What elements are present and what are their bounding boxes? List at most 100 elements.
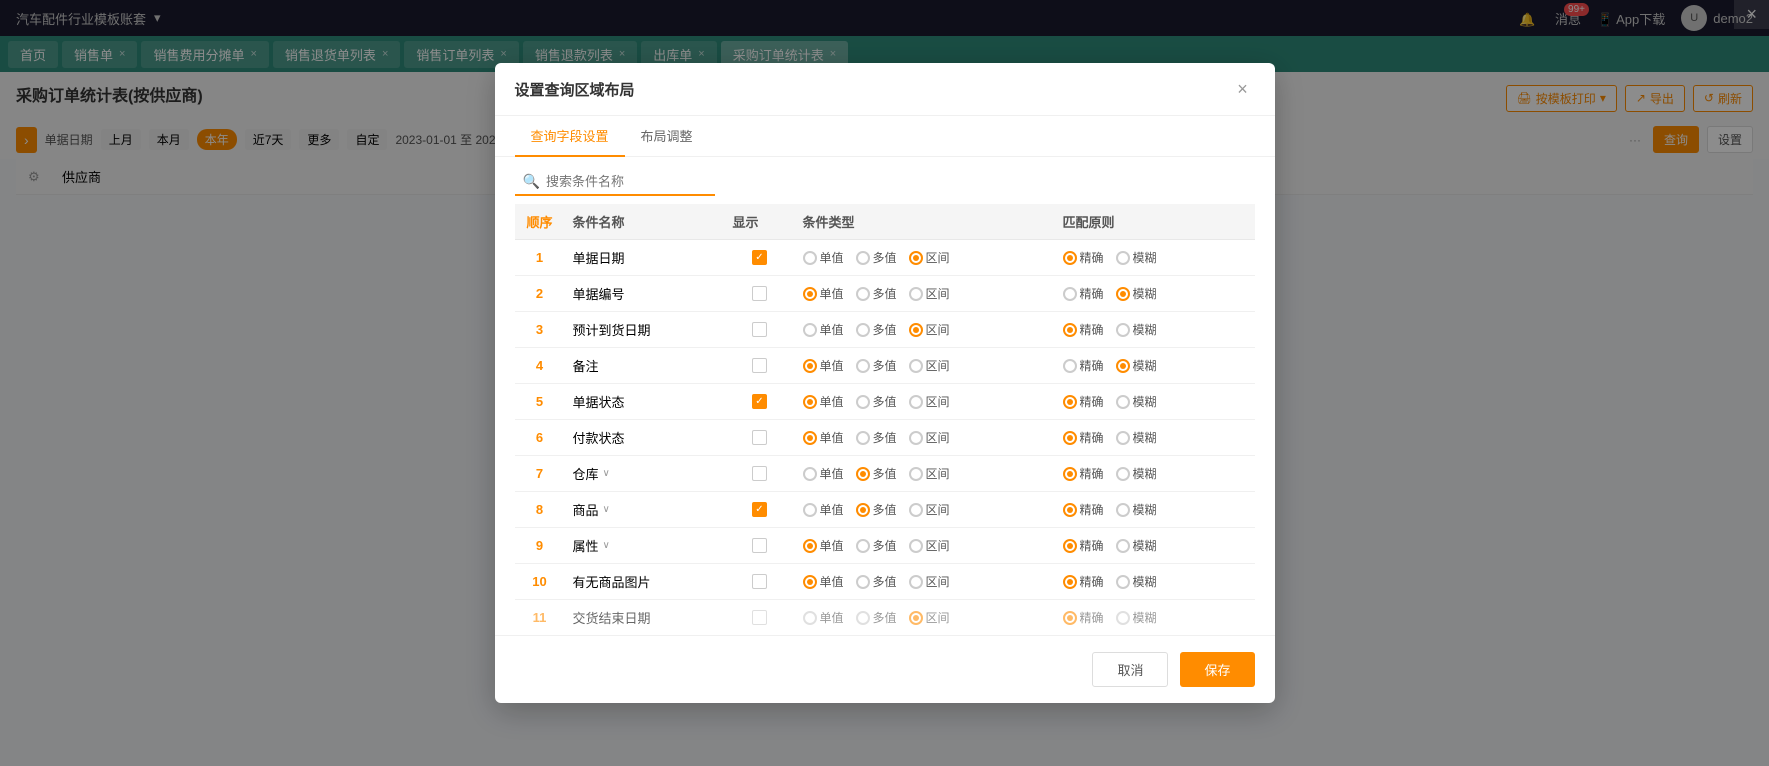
- cancel-button[interactable]: 取消: [1092, 652, 1168, 687]
- match-exact[interactable]: 精确: [1063, 321, 1104, 338]
- modal-header: 设置查询区域布局 ×: [495, 63, 1275, 116]
- type-range[interactable]: 区间: [909, 537, 950, 554]
- type-single[interactable]: 单值: [803, 429, 844, 446]
- radio-range: [909, 251, 923, 265]
- display-checkbox[interactable]: [752, 358, 767, 373]
- display-checkbox[interactable]: [752, 466, 767, 481]
- radio-multi: [856, 251, 870, 265]
- type-range[interactable]: 区间: [909, 393, 950, 410]
- type-multi[interactable]: 多值: [856, 285, 897, 302]
- type-single[interactable]: 单值: [803, 357, 844, 374]
- match-fuzzy[interactable]: 模糊: [1116, 285, 1157, 302]
- display-checkbox[interactable]: ✓: [752, 394, 767, 409]
- table-row: 7 仓库 ∨ 单值 多值 区间: [515, 456, 1255, 492]
- expand-icon[interactable]: ∨: [603, 468, 610, 479]
- match-fuzzy[interactable]: 模糊: [1116, 501, 1157, 518]
- match-fuzzy[interactable]: 模糊: [1116, 249, 1157, 266]
- match-exact[interactable]: 精确: [1063, 465, 1104, 482]
- match-fuzzy[interactable]: 模糊: [1116, 429, 1157, 446]
- search-input[interactable]: [546, 174, 706, 189]
- type-range[interactable]: 区间: [909, 609, 950, 626]
- expand-icon[interactable]: ∨: [603, 504, 610, 515]
- match-exact[interactable]: 精确: [1063, 429, 1104, 446]
- match-exact[interactable]: 精确: [1063, 357, 1104, 374]
- display-checkbox[interactable]: [752, 430, 767, 445]
- type-single[interactable]: 单值: [803, 285, 844, 302]
- type-multi[interactable]: 多值: [856, 357, 897, 374]
- tab-field-settings[interactable]: 查询字段设置: [515, 116, 625, 157]
- modal-tabs: 查询字段设置 布局调整: [495, 116, 1275, 157]
- row-match: 精确 模糊: [1055, 429, 1255, 446]
- row-display[interactable]: [725, 538, 795, 553]
- modal-close-button[interactable]: ×: [1231, 77, 1255, 101]
- type-range[interactable]: 区间: [909, 429, 950, 446]
- type-range[interactable]: 区间: [909, 321, 950, 338]
- type-range[interactable]: 区间: [909, 285, 950, 302]
- type-multi[interactable]: 多值: [856, 321, 897, 338]
- type-single[interactable]: 单值: [803, 537, 844, 554]
- display-checkbox[interactable]: [752, 574, 767, 589]
- row-display[interactable]: [725, 286, 795, 301]
- match-exact[interactable]: 精确: [1063, 609, 1104, 626]
- display-checkbox[interactable]: [752, 538, 767, 553]
- match-exact[interactable]: 精确: [1063, 285, 1104, 302]
- save-button[interactable]: 保存: [1180, 652, 1254, 687]
- type-multi[interactable]: 多值: [856, 573, 897, 590]
- type-single[interactable]: 单值: [803, 249, 844, 266]
- row-display[interactable]: ✓: [725, 250, 795, 265]
- type-range[interactable]: 区间: [909, 357, 950, 374]
- match-exact[interactable]: 精确: [1063, 249, 1104, 266]
- type-single[interactable]: 单值: [803, 393, 844, 410]
- display-checkbox[interactable]: ✓: [752, 502, 767, 517]
- row-type: 单值 多值 区间: [795, 537, 1055, 554]
- type-range[interactable]: 区间: [909, 573, 950, 590]
- type-range[interactable]: 区间: [909, 501, 950, 518]
- row-display[interactable]: [725, 430, 795, 445]
- type-multi[interactable]: 多值: [856, 501, 897, 518]
- match-fuzzy[interactable]: 模糊: [1116, 537, 1157, 554]
- type-single[interactable]: 单值: [803, 465, 844, 482]
- display-checkbox[interactable]: ✓: [752, 250, 767, 265]
- tab-layout-adjust[interactable]: 布局调整: [625, 116, 709, 157]
- row-display[interactable]: ✓: [725, 394, 795, 409]
- type-multi[interactable]: 多值: [856, 249, 897, 266]
- match-fuzzy[interactable]: 模糊: [1116, 393, 1157, 410]
- match-exact[interactable]: 精确: [1063, 537, 1104, 554]
- col-name-header: 条件名称: [565, 212, 725, 231]
- match-exact[interactable]: 精确: [1063, 501, 1104, 518]
- type-range[interactable]: 区间: [909, 249, 950, 266]
- expand-icon[interactable]: ∨: [603, 540, 610, 551]
- match-fuzzy[interactable]: 模糊: [1116, 357, 1157, 374]
- row-display[interactable]: [725, 322, 795, 337]
- type-multi[interactable]: 多值: [856, 429, 897, 446]
- col-match-header: 匹配原则: [1055, 212, 1255, 231]
- row-order: 5: [515, 394, 565, 409]
- match-exact[interactable]: 精确: [1063, 393, 1104, 410]
- row-display[interactable]: [725, 466, 795, 481]
- display-checkbox[interactable]: [752, 322, 767, 337]
- match-exact[interactable]: 精确: [1063, 573, 1104, 590]
- type-multi[interactable]: 多值: [856, 537, 897, 554]
- type-multi[interactable]: 多值: [856, 393, 897, 410]
- type-single[interactable]: 单值: [803, 501, 844, 518]
- row-display[interactable]: [725, 610, 795, 625]
- row-display[interactable]: ✓: [725, 502, 795, 517]
- match-fuzzy[interactable]: 模糊: [1116, 573, 1157, 590]
- row-order: 3: [515, 322, 565, 337]
- table-row: 4 备注 单值 多值 区间 精确: [515, 348, 1255, 384]
- match-fuzzy[interactable]: 模糊: [1116, 321, 1157, 338]
- type-single[interactable]: 单值: [803, 321, 844, 338]
- radio-fuzzy: [1116, 395, 1130, 409]
- type-single[interactable]: 单值: [803, 573, 844, 590]
- display-checkbox[interactable]: [752, 610, 767, 625]
- type-multi[interactable]: 多值: [856, 465, 897, 482]
- radio-multi: [856, 431, 870, 445]
- type-multi[interactable]: 多值: [856, 609, 897, 626]
- row-display[interactable]: [725, 358, 795, 373]
- match-fuzzy[interactable]: 模糊: [1116, 609, 1157, 626]
- type-range[interactable]: 区间: [909, 465, 950, 482]
- type-single[interactable]: 单值: [803, 609, 844, 626]
- row-display[interactable]: [725, 574, 795, 589]
- display-checkbox[interactable]: [752, 286, 767, 301]
- match-fuzzy[interactable]: 模糊: [1116, 465, 1157, 482]
